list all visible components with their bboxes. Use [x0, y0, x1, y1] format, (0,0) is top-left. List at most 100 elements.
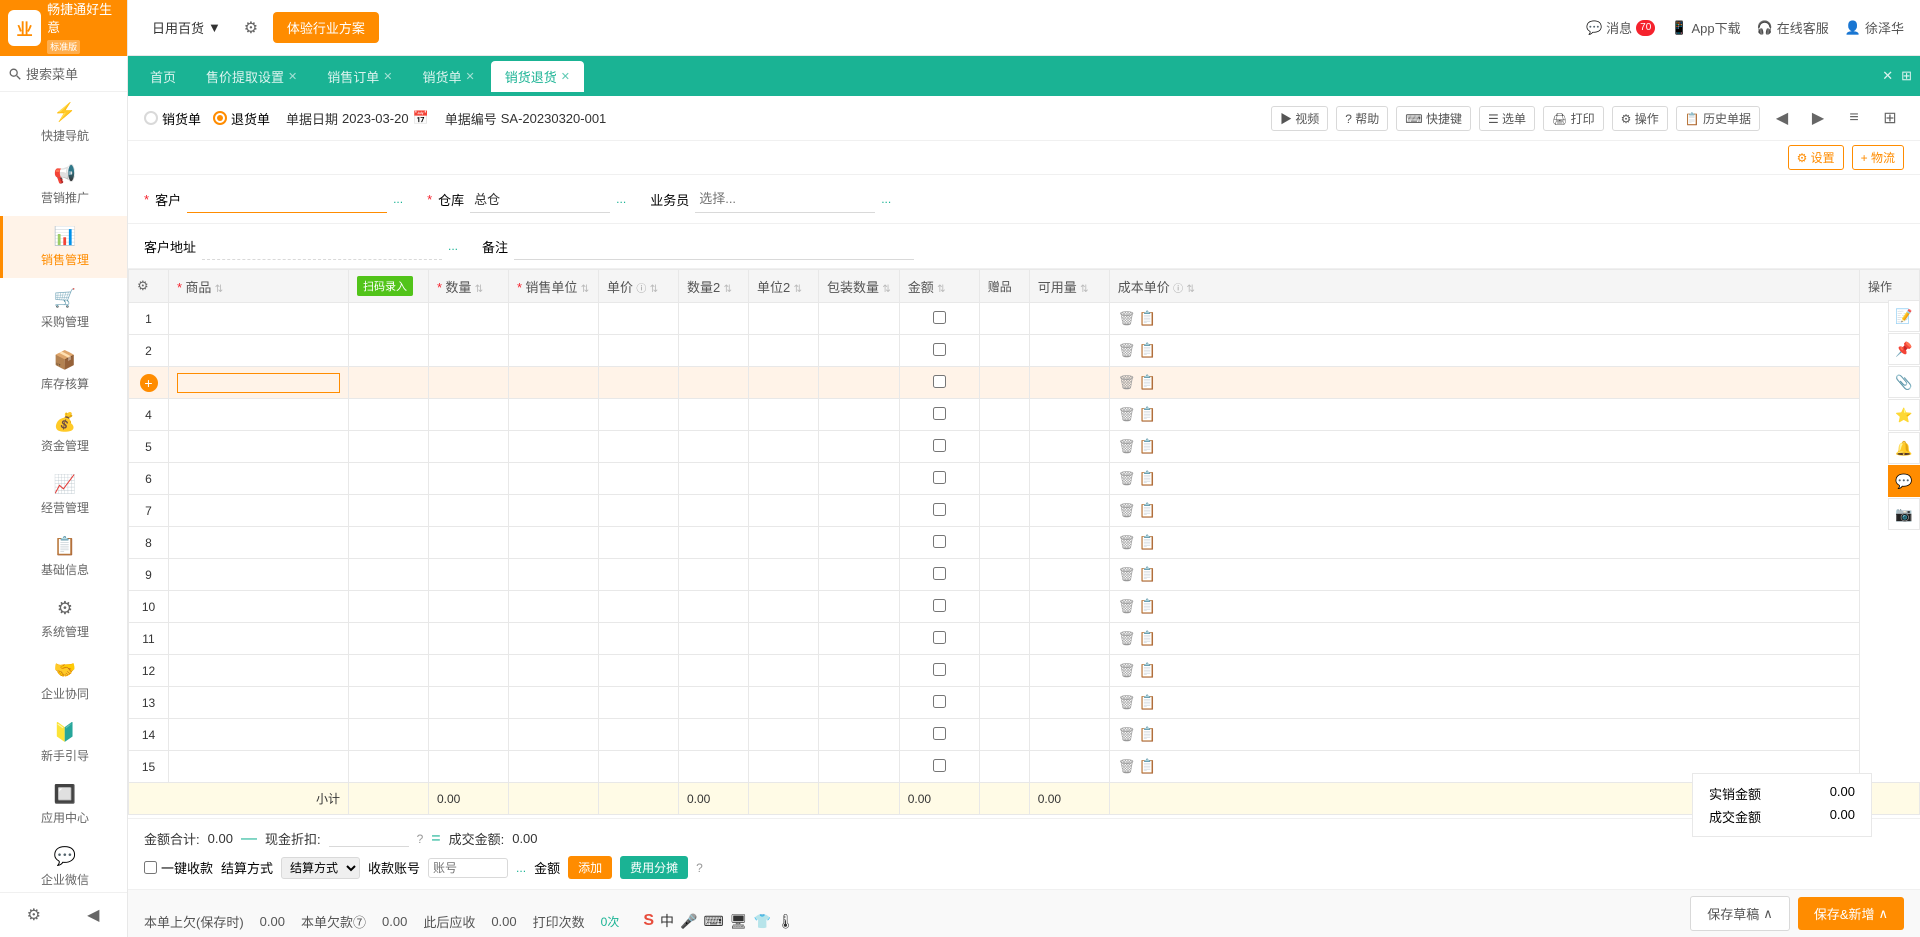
product-cell[interactable] [169, 591, 349, 623]
qty-cell[interactable] [349, 303, 429, 335]
delete-row-icon[interactable]: 🗑 [1118, 630, 1136, 646]
copy-row-icon[interactable]: 📋 [1139, 758, 1156, 774]
next-icon[interactable]: ▶ [1804, 104, 1832, 132]
customer-input[interactable] [187, 185, 387, 213]
delete-row-icon[interactable]: 🗑 [1118, 310, 1136, 326]
quick-star-icon[interactable]: ⭐ [1888, 399, 1920, 431]
amount-cell[interactable] [819, 431, 900, 463]
cost-price-cell[interactable] [1029, 335, 1109, 367]
gift-cell[interactable] [899, 463, 979, 495]
qty2-cell[interactable] [599, 431, 679, 463]
tab-close-icon[interactable]: ✕ [561, 70, 570, 83]
pack-qty-cell[interactable] [749, 367, 819, 399]
pack-qty-cell[interactable] [749, 623, 819, 655]
gift-checkbox[interactable] [933, 407, 946, 420]
gift-checkbox[interactable] [933, 535, 946, 548]
gift-checkbox[interactable] [933, 759, 946, 772]
qty2-cell[interactable] [599, 687, 679, 719]
unit2-cell[interactable] [679, 655, 749, 687]
copy-row-icon[interactable]: 📋 [1139, 534, 1156, 550]
product-input[interactable] [177, 373, 340, 393]
qty-cell[interactable] [349, 687, 429, 719]
add-button[interactable]: 添加 [568, 856, 612, 879]
address-more-btn[interactable]: ... [448, 239, 458, 253]
available-cell[interactable] [979, 495, 1029, 527]
unit2-cell[interactable] [679, 719, 749, 751]
calendar-icon[interactable]: 📅 [413, 110, 429, 126]
tab-sales-return[interactable]: 销货退货 ✕ [491, 61, 584, 92]
qty2-cell[interactable] [599, 495, 679, 527]
quick-bell-icon[interactable]: 🔔 [1888, 432, 1920, 464]
amount-cell[interactable] [819, 559, 900, 591]
copy-row-icon[interactable]: 📋 [1139, 438, 1156, 454]
qty2-cell[interactable] [599, 335, 679, 367]
sales-unit-cell[interactable] [429, 399, 509, 431]
unit2-cell[interactable] [679, 367, 749, 399]
sales-unit-cell[interactable] [429, 559, 509, 591]
gift-checkbox[interactable] [933, 567, 946, 580]
product-cell[interactable] [169, 527, 349, 559]
sidebar-item-basic[interactable]: 📋 基础信息 [0, 526, 127, 588]
sidebar-item-enterprise[interactable]: 🤝 企业协同 [0, 650, 127, 712]
unit-price-cell[interactable] [509, 591, 599, 623]
delete-row-icon[interactable]: 🗑 [1118, 662, 1136, 678]
available-cell[interactable] [979, 687, 1029, 719]
sales-unit-cell[interactable] [429, 431, 509, 463]
product-cell[interactable] [169, 367, 349, 399]
account-more-btn[interactable]: ... [516, 861, 526, 875]
gift-cell[interactable] [899, 495, 979, 527]
remark-input[interactable] [514, 232, 914, 260]
gift-checkbox[interactable] [933, 599, 946, 612]
qty-cell[interactable] [349, 591, 429, 623]
radio-return[interactable]: 退货单 [213, 109, 270, 128]
pack-qty-cell[interactable] [749, 687, 819, 719]
grid-view-icon[interactable]: ⊞ [1876, 104, 1904, 132]
sales-unit-cell[interactable] [429, 495, 509, 527]
amount-cell[interactable] [819, 463, 900, 495]
cost-price-cell[interactable] [1029, 399, 1109, 431]
pack-qty-cell[interactable] [749, 559, 819, 591]
cost-price-cell[interactable] [1029, 655, 1109, 687]
cost-price-cell[interactable] [1029, 303, 1109, 335]
help-btn[interactable]: ? 帮助 [1336, 106, 1388, 131]
delete-row-icon[interactable]: 🗑 [1118, 566, 1136, 582]
pack-qty-cell[interactable] [749, 399, 819, 431]
scan-button[interactable]: 扫码录入 [357, 276, 413, 296]
qty2-cell[interactable] [599, 655, 679, 687]
gift-cell[interactable] [899, 335, 979, 367]
copy-row-icon[interactable]: 📋 [1139, 374, 1156, 390]
available-cell[interactable] [979, 399, 1029, 431]
amount-cell[interactable] [819, 591, 900, 623]
unit2-cell[interactable] [679, 527, 749, 559]
amount-cell[interactable] [819, 367, 900, 399]
qty-cell[interactable] [349, 463, 429, 495]
delete-row-icon[interactable]: 🗑 [1118, 598, 1136, 614]
gift-cell[interactable] [899, 367, 979, 399]
sidebar-settings-icon[interactable]: ⚙ [20, 901, 48, 929]
sales-unit-cell[interactable] [429, 335, 509, 367]
unit2-cell[interactable] [679, 463, 749, 495]
tab-price-settings[interactable]: 售价提取设置 ✕ [192, 61, 311, 92]
qty2-cell[interactable] [599, 399, 679, 431]
unit-price-cell[interactable] [509, 495, 599, 527]
product-cell[interactable] [169, 751, 349, 783]
copy-row-icon[interactable]: 📋 [1139, 694, 1156, 710]
quick-active-icon[interactable]: 💬 [1888, 465, 1920, 497]
delete-row-icon[interactable]: 🗑 [1118, 534, 1136, 550]
pack-qty-cell[interactable] [749, 335, 819, 367]
tab-close-all-icon[interactable]: ✕ [1882, 68, 1893, 84]
pack-qty-cell[interactable] [749, 719, 819, 751]
gift-checkbox[interactable] [933, 727, 946, 740]
pack-qty-cell[interactable] [749, 303, 819, 335]
gift-cell[interactable] [899, 527, 979, 559]
sales-unit-cell[interactable] [429, 303, 509, 335]
available-cell[interactable] [979, 591, 1029, 623]
unit-price-cell[interactable] [509, 399, 599, 431]
operations-btn[interactable]: ⚙ 操作 [1612, 106, 1668, 131]
product-cell[interactable] [169, 559, 349, 591]
unit-price-cell[interactable] [509, 463, 599, 495]
gift-cell[interactable] [899, 623, 979, 655]
gift-cell[interactable] [899, 751, 979, 783]
topbar-messages[interactable]: 💬 消息 70 [1586, 18, 1655, 37]
settings-button[interactable]: ⚙ 设置 [1788, 145, 1844, 170]
